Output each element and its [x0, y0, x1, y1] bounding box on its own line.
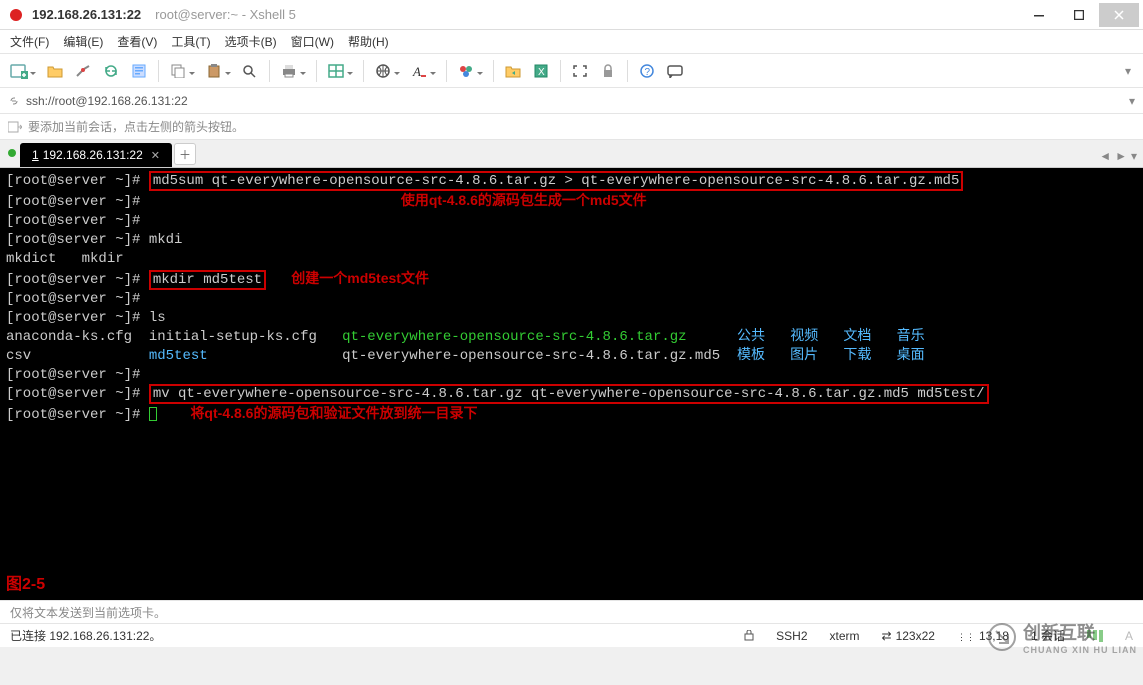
svg-text:?: ? — [645, 67, 651, 78]
menu-file[interactable]: 文件(F) — [10, 33, 49, 50]
encoding-button[interactable] — [370, 58, 396, 84]
font-button[interactable]: A — [406, 58, 432, 84]
annotation-mkdir: 创建一个md5test文件 — [291, 270, 429, 286]
tab-bar: 1 192.168.26.131:22 ✕ ＋ ◄ ► ▾ — [0, 140, 1143, 168]
lock-button[interactable] — [595, 58, 621, 84]
svg-text:X: X — [538, 67, 545, 78]
status-protocol: SSH2 — [776, 629, 807, 643]
tab-prev-icon[interactable]: ◄ — [1099, 149, 1111, 163]
address-text[interactable]: ssh://root@192.168.26.131:22 — [26, 94, 188, 108]
fullscreen-button[interactable] — [567, 58, 593, 84]
print-button[interactable] — [276, 58, 302, 84]
copy-button[interactable] — [165, 58, 191, 84]
properties-button[interactable] — [126, 58, 152, 84]
menu-window[interactable]: 窗口(W) — [291, 33, 334, 50]
hint-bar: 要添加当前会话，点击左侧的箭头按钮。 — [0, 114, 1143, 140]
layout-button[interactable] — [323, 58, 349, 84]
status-termtype: xterm — [830, 629, 860, 643]
addr-link-icon — [8, 95, 20, 107]
terminal[interactable]: [root@server ~]# md5sum qt-everywhere-op… — [0, 168, 1143, 600]
menu-edit[interactable]: 编辑(E) — [63, 33, 103, 50]
figure-label: 图2-5 — [6, 575, 45, 594]
tab-add-button[interactable]: ＋ — [174, 143, 196, 165]
tab-label: 192.168.26.131:22 — [43, 148, 143, 162]
title-sub: root@server:~ - Xshell 5 — [155, 7, 296, 22]
menu-help[interactable]: 帮助(H) — [348, 33, 389, 50]
toolbar-overflow-icon[interactable]: ▾ — [1125, 64, 1137, 78]
menu-view[interactable]: 查看(V) — [117, 33, 157, 50]
status-bar: 已连接 192.168.26.131:22。 SSH2 xterm ⇄123x2… — [0, 623, 1143, 647]
new-session-button[interactable] — [6, 58, 32, 84]
address-bar: ssh://root@192.168.26.131:22 ▾ — [0, 88, 1143, 114]
tab-close-icon[interactable]: ✕ — [151, 149, 160, 162]
status-size: 123x22 — [896, 629, 935, 643]
status-lock-icon — [744, 630, 754, 641]
annotation-md5: 使用qt-4.8.6的源码包生成一个md5文件 — [401, 192, 647, 208]
minimize-button[interactable] — [1019, 3, 1059, 27]
find-button[interactable] — [237, 58, 263, 84]
status-sessions: 1 会话 — [1031, 627, 1065, 644]
hint-text: 要添加当前会话，点击左侧的箭头按钮。 — [28, 118, 244, 135]
feedback-button[interactable] — [662, 58, 688, 84]
paste-button[interactable] — [201, 58, 227, 84]
reconnect-button[interactable] — [98, 58, 124, 84]
close-button[interactable] — [1099, 3, 1139, 27]
annotation-mv: 将qt-4.8.6的源码包和验证文件放到统一目录下 — [190, 405, 477, 421]
color-button[interactable] — [453, 58, 479, 84]
menubar: 文件(F) 编辑(E) 查看(V) 工具(T) 选项卡(B) 窗口(W) 帮助(… — [0, 30, 1143, 54]
addr-overflow-icon[interactable]: ▾ — [1129, 94, 1135, 108]
xagent-button[interactable]: X — [528, 58, 554, 84]
status-indicator-icon — [1087, 630, 1103, 642]
caps-indicator: A — [1125, 629, 1133, 643]
titlebar: 192.168.26.131:22 root@server:~ - Xshell… — [0, 0, 1143, 30]
maximize-button[interactable] — [1059, 3, 1099, 27]
app-icon — [8, 7, 24, 23]
tab-next-icon[interactable]: ► — [1115, 149, 1127, 163]
menu-tools[interactable]: 工具(T) — [171, 33, 210, 50]
cmd-mv: mv qt-everywhere-opensource-src-4.8.6.ta… — [149, 384, 989, 404]
toolbar: A X ? ▾ — [0, 54, 1143, 88]
hint-add-icon[interactable] — [8, 121, 22, 133]
tab-number: 1 — [32, 148, 39, 162]
svg-text:A: A — [412, 64, 421, 78]
help-button[interactable]: ? — [634, 58, 660, 84]
status-cursor: 13,18 — [979, 629, 1009, 643]
compose-bar[interactable]: 仅将文本发送到当前选项卡。 — [0, 600, 1143, 623]
xftp-button[interactable] — [500, 58, 526, 84]
cmd-md5sum: md5sum qt-everywhere-opensource-src-4.8.… — [149, 171, 964, 191]
cmd-mkdir: mkdir md5test — [149, 270, 266, 290]
open-button[interactable] — [42, 58, 68, 84]
session-status-icon — [8, 149, 16, 157]
status-connection: 已连接 192.168.26.131:22。 — [10, 627, 161, 644]
session-tab[interactable]: 1 192.168.26.131:22 ✕ — [20, 143, 172, 167]
disconnect-button[interactable] — [70, 58, 96, 84]
tab-list-icon[interactable]: ▾ — [1131, 149, 1137, 163]
menu-tabs[interactable]: 选项卡(B) — [225, 33, 277, 50]
title-host: 192.168.26.131:22 — [32, 7, 141, 22]
